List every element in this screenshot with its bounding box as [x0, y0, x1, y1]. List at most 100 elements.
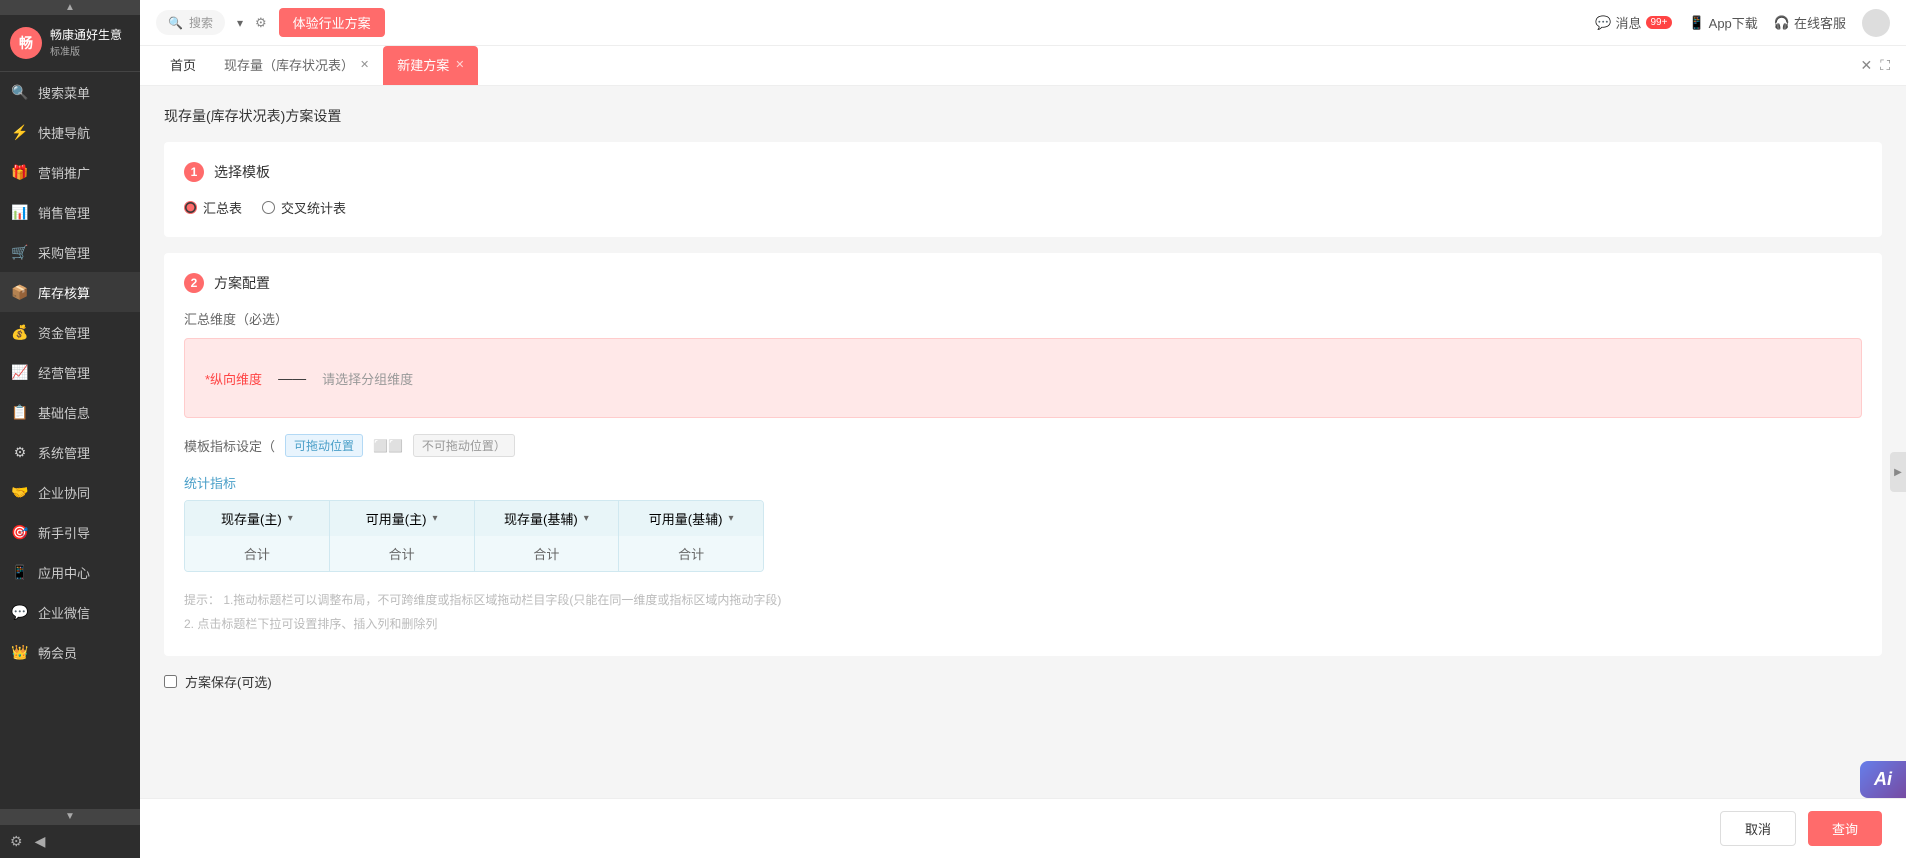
enterprise-icon: 🤝 — [10, 482, 30, 502]
trial-button[interactable]: 体验行业方案 — [279, 8, 385, 37]
app-download-item[interactable]: 📱 App下载 — [1688, 13, 1757, 32]
search-bar[interactable]: 🔍 搜索 — [156, 10, 225, 35]
content-area: 现存量(库存状况表)方案设置 1 选择模板 汇总表 交叉统计表 — [140, 86, 1906, 858]
col-header-1[interactable]: 可用量(主) ▾ — [330, 501, 475, 536]
dimension-separator: —— — [278, 370, 306, 386]
sidebar-item-marketing[interactable]: 🎁 营销推广 — [0, 152, 140, 192]
sidebar-item-finance[interactable]: 💰 资金管理 — [0, 312, 140, 352]
sidebar-item-shortcut[interactable]: ⚡ 快捷导航 — [0, 112, 140, 152]
sidebar-bottom: ⚙ ◀ — [0, 824, 140, 858]
sidebar-item-basic[interactable]: 📋 基础信息 — [0, 392, 140, 432]
sidebar-item-label: 营销推广 — [38, 163, 90, 182]
tab-new-plan[interactable]: 新建方案 ✕ — [383, 46, 478, 85]
topbar: 🔍 搜索 ▾ ⚙ 体验行业方案 💬 消息 99+ 📱 App下载 🎧 在线客服 — [140, 0, 1906, 46]
sidebar-item-purchase[interactable]: 🛒 采购管理 — [0, 232, 140, 272]
sidebar-item-sales[interactable]: 📊 销售管理 — [0, 192, 140, 232]
tip-1: 提示： 1.拖动标题栏可以调整布局，不可跨维度或指标区域拖动栏目字段(只能在同一… — [184, 588, 1862, 612]
stats-table: 现存量(主) ▾ 可用量(主) ▾ 现存量(基辅) ▾ 可用量(基辅) — [184, 500, 764, 572]
col-name-0: 现存量(主) — [221, 509, 282, 528]
tips-area: 提示： 1.拖动标题栏可以调整布局，不可跨维度或指标区域拖动栏目字段(只能在同一… — [184, 588, 1862, 636]
ai-badge[interactable]: Ai — [1860, 761, 1906, 798]
collapse-icon[interactable]: ◀ — [35, 833, 46, 850]
sidebar-item-wechat[interactable]: 💬 企业微信 — [0, 592, 140, 632]
user-avatar[interactable] — [1862, 9, 1890, 37]
step1-header: 1 选择模板 — [184, 162, 1862, 182]
topbar-right: 💬 消息 99+ 📱 App下载 🎧 在线客服 — [1595, 9, 1890, 37]
sidebar-scroll-up[interactable]: ▲ — [0, 0, 140, 15]
system-icon: ⚙ — [10, 442, 30, 462]
dropdown-toggle[interactable]: ▾ — [237, 16, 243, 30]
sidebar-item-inventory[interactable]: 📦 库存核算 — [0, 272, 140, 312]
col-summary-2: 合计 — [475, 536, 620, 571]
appcenter-icon: 📱 — [10, 562, 30, 582]
aggregate-dimension-label: 汇总维度（必选） — [184, 309, 1862, 328]
dimension-required-mark: *纵向维度 — [205, 369, 262, 388]
radio-summary-label: 汇总表 — [203, 198, 242, 217]
dropdown-chevron-icon: ▾ — [237, 16, 243, 30]
col-chevron-0[interactable]: ▾ — [288, 513, 293, 524]
sidebar-item-label: 新手引导 — [38, 523, 90, 542]
sidebar-item-enterprise[interactable]: 🤝 企业协同 — [0, 472, 140, 512]
step1-badge: 1 — [184, 162, 204, 182]
settings-icon[interactable]: ⚙ — [10, 833, 23, 850]
footer-buttons: 取消 查询 — [140, 798, 1906, 858]
col-header-2[interactable]: 现存量(基辅) ▾ — [475, 501, 620, 536]
sidebar-item-member[interactable]: 👑 畅会员 — [0, 632, 140, 672]
col-chevron-2[interactable]: ▾ — [584, 513, 589, 524]
finance-icon: 💰 — [10, 322, 30, 342]
search-placeholder: 搜索 — [189, 14, 213, 31]
col-chevron-3[interactable]: ▾ — [728, 513, 733, 524]
radio-cross-input[interactable] — [262, 201, 275, 214]
tab-inventory-status[interactable]: 现存量（库存状况表） ✕ — [210, 46, 383, 85]
online-service-item[interactable]: 🎧 在线客服 — [1774, 13, 1846, 32]
step1-title: 选择模板 — [214, 162, 270, 182]
sidebar-scroll-down[interactable]: ▼ — [0, 809, 140, 824]
tab-new-plan-close-icon[interactable]: ✕ — [455, 58, 464, 71]
col-header-0[interactable]: 现存量(主) ▾ — [185, 501, 330, 536]
save-label: 方案保存(可选) — [185, 672, 272, 691]
stats-label: 统计指标 — [184, 473, 1862, 492]
marketing-icon: 🎁 — [10, 162, 30, 182]
stats-table-body: 合计 合计 合计 合计 — [185, 536, 763, 571]
col-header-3[interactable]: 可用量(基辅) ▾ — [619, 501, 763, 536]
tab-home[interactable]: 首页 — [156, 46, 210, 85]
dimension-box[interactable]: *纵向维度 —— 请选择分组维度 — [184, 338, 1862, 418]
settings-gear-icon[interactable]: ⚙ — [255, 15, 267, 31]
radio-cross[interactable]: 交叉统计表 — [262, 198, 346, 217]
step1-section: 1 选择模板 汇总表 交叉统计表 — [164, 142, 1882, 237]
step2-title: 方案配置 — [214, 273, 270, 293]
sidebar-item-appcenter[interactable]: 📱 应用中心 — [0, 552, 140, 592]
step2-header: 2 方案配置 — [184, 273, 1862, 293]
messages-item[interactable]: 💬 消息 99+ — [1595, 13, 1672, 32]
right-collapse-handle[interactable]: ▶ — [1890, 452, 1906, 492]
sidebar-item-label: 畅会员 — [38, 643, 77, 662]
search-icon: 🔍 — [168, 16, 183, 30]
member-icon: 👑 — [10, 642, 30, 662]
sidebar-item-system[interactable]: ⚙ 系统管理 — [0, 432, 140, 472]
cancel-button[interactable]: 取消 — [1720, 811, 1796, 846]
operations-icon: 📈 — [10, 362, 30, 382]
col-chevron-1[interactable]: ▾ — [432, 513, 437, 524]
sidebar-item-label: 库存核算 — [38, 283, 90, 302]
radio-summary[interactable]: 汇总表 — [184, 198, 242, 217]
query-button[interactable]: 查询 — [1808, 811, 1882, 846]
search-menu-icon: 🔍 — [10, 82, 30, 102]
tab-inventory-label: 现存量（库存状况表） — [224, 55, 354, 74]
tab-inventory-close-icon[interactable]: ✕ — [360, 58, 369, 71]
tab-expand-icon[interactable]: ⛶ — [1880, 57, 1890, 74]
radio-summary-input[interactable] — [184, 201, 197, 214]
shortcut-icon: ⚡ — [10, 122, 30, 142]
sidebar-item-search[interactable]: 🔍 搜索菜单 — [0, 72, 140, 112]
save-checkbox[interactable] — [164, 675, 177, 688]
sidebar-item-label: 快捷导航 — [38, 123, 90, 142]
sidebar-item-operations[interactable]: 📈 经营管理 — [0, 352, 140, 392]
app-version: 标准版 — [50, 43, 122, 58]
col-summary-1: 合计 — [330, 536, 475, 571]
radio-cross-label: 交叉统计表 — [281, 198, 346, 217]
tip-2: 2. 点击标题栏下拉可设置排序、插入列和删除列 — [184, 612, 1862, 636]
col-summary-3: 合计 — [619, 536, 763, 571]
sidebar-item-newbie[interactable]: 🎯 新手引导 — [0, 512, 140, 552]
tab-close-window-icon[interactable]: ✕ — [1860, 57, 1872, 74]
tab-actions: ✕ ⛶ — [1860, 57, 1890, 74]
draggable-tag: 可拖动位置 — [285, 434, 363, 457]
